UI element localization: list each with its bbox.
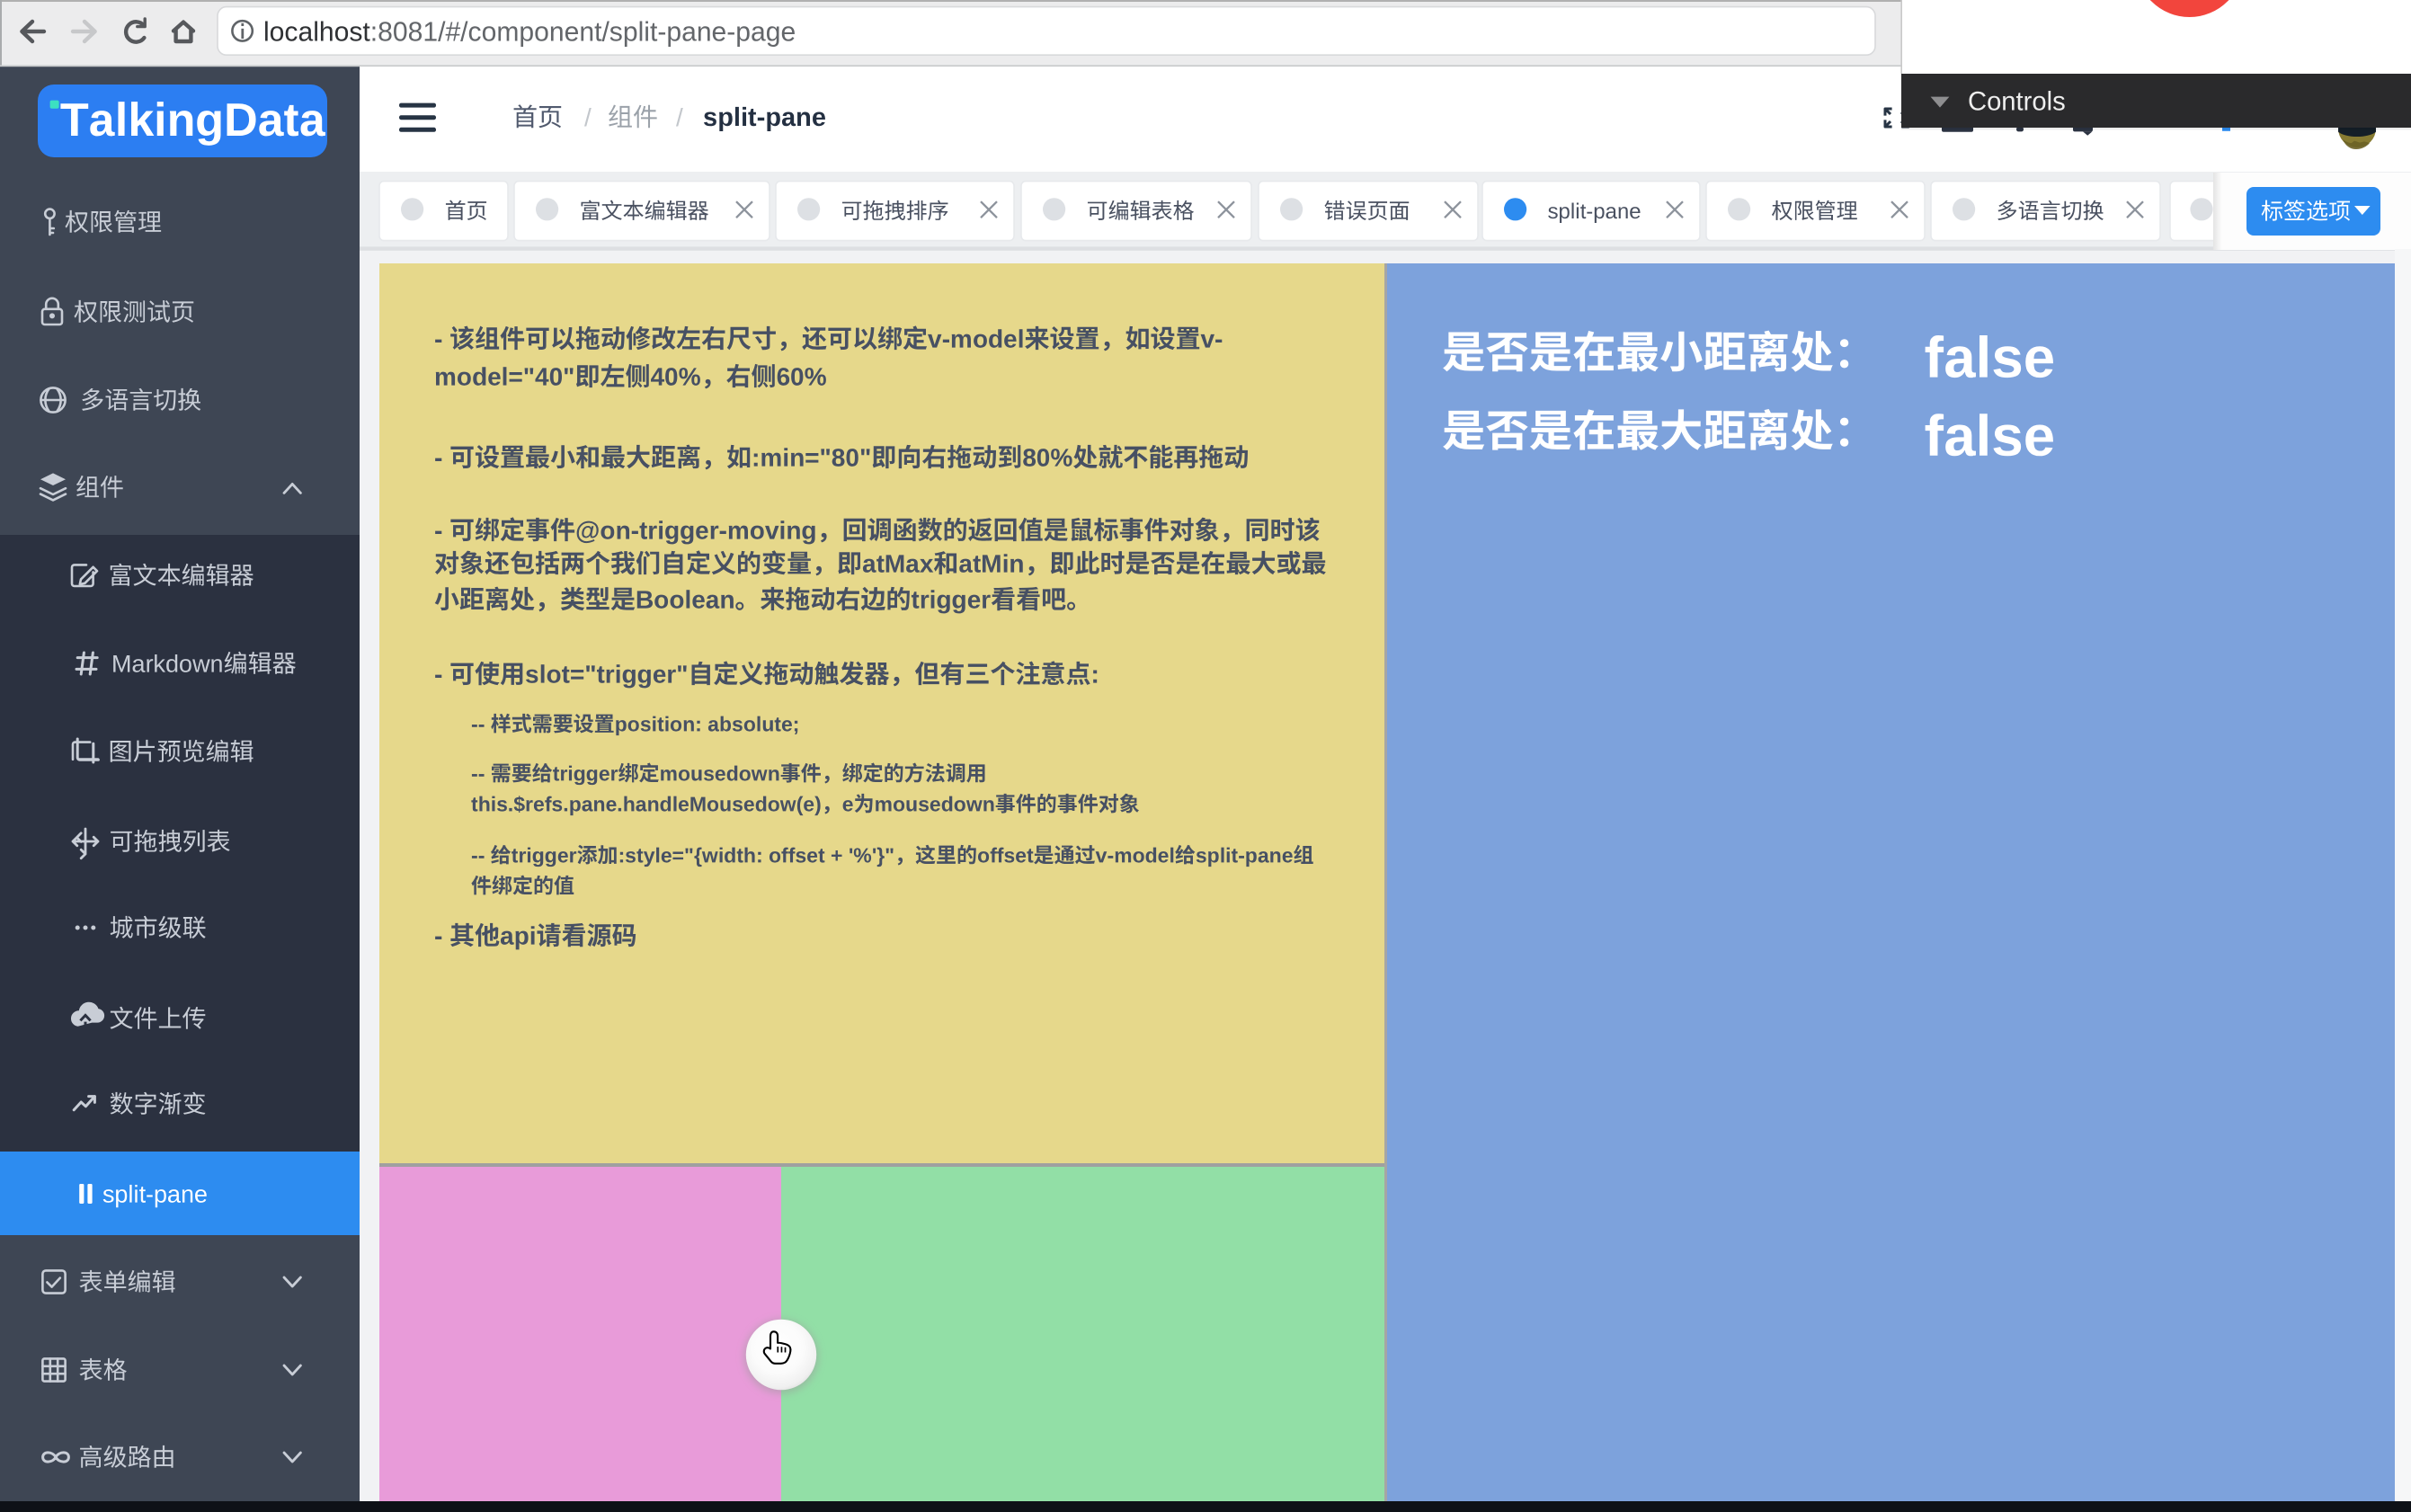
svg-text:/: / <box>584 103 592 131</box>
svg-text:localhost:8081/#/component/spl: localhost:8081/#/component/split-pane-pa… <box>263 18 796 48</box>
svg-text:/: / <box>676 103 683 131</box>
svg-text:Controls: Controls <box>1968 88 2066 117</box>
